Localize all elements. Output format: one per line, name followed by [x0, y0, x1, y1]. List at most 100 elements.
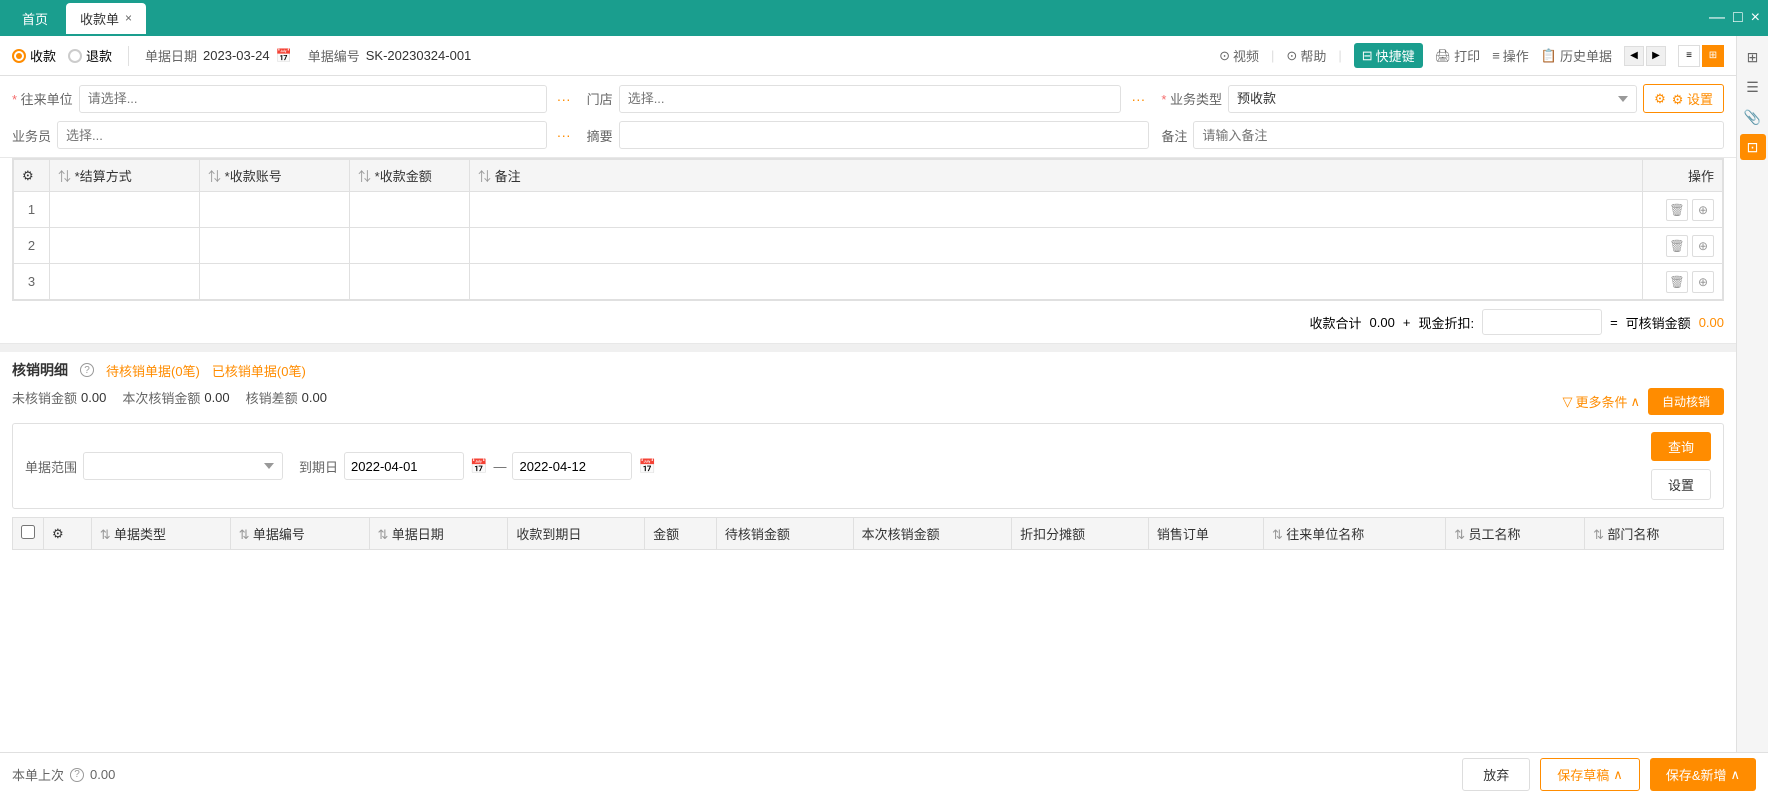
shortcut-btn[interactable]: ⊟ 快捷键: [1354, 43, 1423, 68]
shop-more-btn[interactable]: ···: [1127, 91, 1149, 107]
video-btn[interactable]: ⊙ 视频: [1219, 46, 1259, 65]
sidebar-list-icon[interactable]: ☰: [1740, 74, 1766, 100]
settings-button[interactable]: ⚙ ⚙ 设置: [1643, 84, 1724, 113]
staff-input[interactable]: [57, 121, 547, 149]
done-tab[interactable]: 已核销单据(0笔): [212, 361, 306, 380]
counterpart-more-btn[interactable]: ···: [553, 91, 575, 107]
verify-section: 核销明细 ? 待核销单据(0笔) 已核销单据(0笔) 未核销金额 0.00 本次…: [0, 352, 1736, 558]
staff-more-btn[interactable]: ···: [553, 127, 575, 143]
more-conditions-btn[interactable]: ▽ 更多条件 ∧: [1562, 392, 1640, 411]
cell-account-2[interactable]: [200, 228, 350, 264]
col-remark: ⇅ 备注: [470, 160, 1643, 192]
copy-icon-3[interactable]: ⊕: [1692, 271, 1714, 293]
select-all-col[interactable]: [13, 518, 44, 550]
print-btn[interactable]: 🖨 打印: [1435, 46, 1481, 65]
delete-icon-2[interactable]: 🗑: [1666, 235, 1688, 257]
copy-icon-2[interactable]: ⊕: [1692, 235, 1714, 257]
verify-info-icon[interactable]: ?: [80, 363, 94, 377]
table-row: 3 🗑 ⊕: [14, 264, 1723, 300]
date-from-input[interactable]: [344, 452, 464, 480]
tab-home[interactable]: 首页: [8, 3, 62, 34]
list-view-btn[interactable]: ≡: [1678, 45, 1700, 67]
discount-input[interactable]: [1482, 309, 1602, 335]
cell-remark-3[interactable]: [470, 264, 1643, 300]
help-btn[interactable]: ⊙ 帮助: [1286, 46, 1326, 65]
business-type-select[interactable]: 预收款: [1228, 85, 1637, 113]
sidebar-expand-icon[interactable]: ⊡: [1740, 134, 1766, 160]
shop-input[interactable]: [619, 85, 1122, 113]
cal-from-icon[interactable]: 📅: [470, 458, 487, 475]
delete-icon-3[interactable]: 🗑: [1666, 271, 1688, 293]
window-maximize[interactable]: □: [1733, 9, 1743, 27]
abandon-button[interactable]: 放弃: [1462, 758, 1530, 791]
radio-refund-label: 退款: [86, 46, 112, 65]
query-button[interactable]: 查询: [1651, 432, 1711, 461]
sidebar-table-icon[interactable]: ⊞: [1740, 44, 1766, 70]
footer-info-icon[interactable]: ?: [70, 768, 84, 782]
sidebar-attach-icon[interactable]: 📎: [1740, 104, 1766, 130]
query-form: 单据范围 到期日 📅 — 📅 查询: [12, 423, 1724, 509]
cell-settlement-1[interactable]: [50, 192, 200, 228]
date-to-input[interactable]: [512, 452, 632, 480]
cell-amount-3[interactable]: [350, 264, 470, 300]
counterpart-input[interactable]: [79, 85, 547, 113]
range-field: 单据范围: [25, 452, 283, 480]
window-minimize[interactable]: —: [1709, 9, 1725, 27]
col-amount: 金额: [645, 518, 717, 550]
divider1: [128, 46, 129, 66]
col-operation: 操作: [1643, 160, 1723, 192]
pending-tab[interactable]: 待核销单据(0笔): [106, 361, 200, 380]
sort-icon-num: ⇅: [239, 527, 250, 542]
col-employee: ⇅ 员工名称: [1446, 518, 1585, 550]
card-view-btn[interactable]: ⊞: [1702, 45, 1724, 67]
row-num-2: 2: [14, 228, 50, 264]
remark-input[interactable]: [1193, 121, 1724, 149]
select-all-checkbox[interactable]: [21, 525, 35, 539]
nav-next[interactable]: ▶: [1646, 46, 1666, 66]
calendar-icon[interactable]: 📅: [276, 48, 292, 64]
radio-receipt[interactable]: 收款: [12, 46, 56, 65]
col-gear[interactable]: ⚙: [44, 518, 92, 550]
radio-refund[interactable]: 退款: [68, 46, 112, 65]
this-cancel-label: 本次核销金额: [122, 388, 200, 407]
available-label: 可核销金额: [1626, 313, 1691, 332]
table-settings-icon: ⚙: [22, 168, 34, 183]
delete-icon-1[interactable]: 🗑: [1666, 199, 1688, 221]
range-select[interactable]: [83, 452, 283, 480]
query-settings-button[interactable]: 设置: [1651, 469, 1711, 500]
business-type-field: 业务类型 预收款 ⚙ ⚙ 设置: [1161, 84, 1724, 113]
summary-label: 摘要: [587, 126, 613, 145]
nav-prev[interactable]: ◀: [1624, 46, 1644, 66]
table-row: 2 🗑 ⊕: [14, 228, 1723, 264]
table-settings-col[interactable]: ⚙: [14, 160, 50, 192]
cell-remark-1[interactable]: [470, 192, 1643, 228]
cell-amount-2[interactable]: [350, 228, 470, 264]
cell-settlement-2[interactable]: [50, 228, 200, 264]
tab-close-icon[interactable]: ×: [125, 11, 132, 25]
draft-button[interactable]: 保存草稿 ∧: [1540, 758, 1640, 791]
sort-icon: ⇅: [58, 169, 71, 184]
col-pending: 待核销金额: [716, 518, 853, 550]
cal-to-icon[interactable]: 📅: [638, 458, 655, 475]
auto-cancel-btn[interactable]: 自动核销: [1648, 388, 1724, 415]
cell-settlement-3[interactable]: [50, 264, 200, 300]
operations-btn[interactable]: ≡ 操作: [1492, 46, 1529, 65]
cell-amount-1[interactable]: [350, 192, 470, 228]
summary-field: 摘要: [587, 121, 1150, 149]
history-icon: 📋: [1541, 48, 1557, 64]
cell-remark-2[interactable]: [470, 228, 1643, 264]
cell-account-1[interactable]: [200, 192, 350, 228]
save-new-button[interactable]: 保存&新增 ∧: [1650, 758, 1756, 791]
copy-icon-1[interactable]: ⊕: [1692, 199, 1714, 221]
sort-icon-emp: ⇅: [1454, 527, 1465, 542]
col-sales-order: 销售订单: [1148, 518, 1263, 550]
radio-receipt-dot: [12, 49, 26, 63]
tab-active[interactable]: 收款单 ×: [66, 3, 146, 34]
cell-account-3[interactable]: [200, 264, 350, 300]
summary-input[interactable]: [619, 121, 1150, 149]
remark-field: 备注: [1161, 121, 1724, 149]
cell-op-2: 🗑 ⊕: [1643, 228, 1723, 264]
history-btn[interactable]: 📋 历史单据: [1541, 46, 1612, 65]
nav-arrows: ◀ ▶: [1624, 46, 1666, 66]
window-close[interactable]: ×: [1751, 9, 1760, 27]
